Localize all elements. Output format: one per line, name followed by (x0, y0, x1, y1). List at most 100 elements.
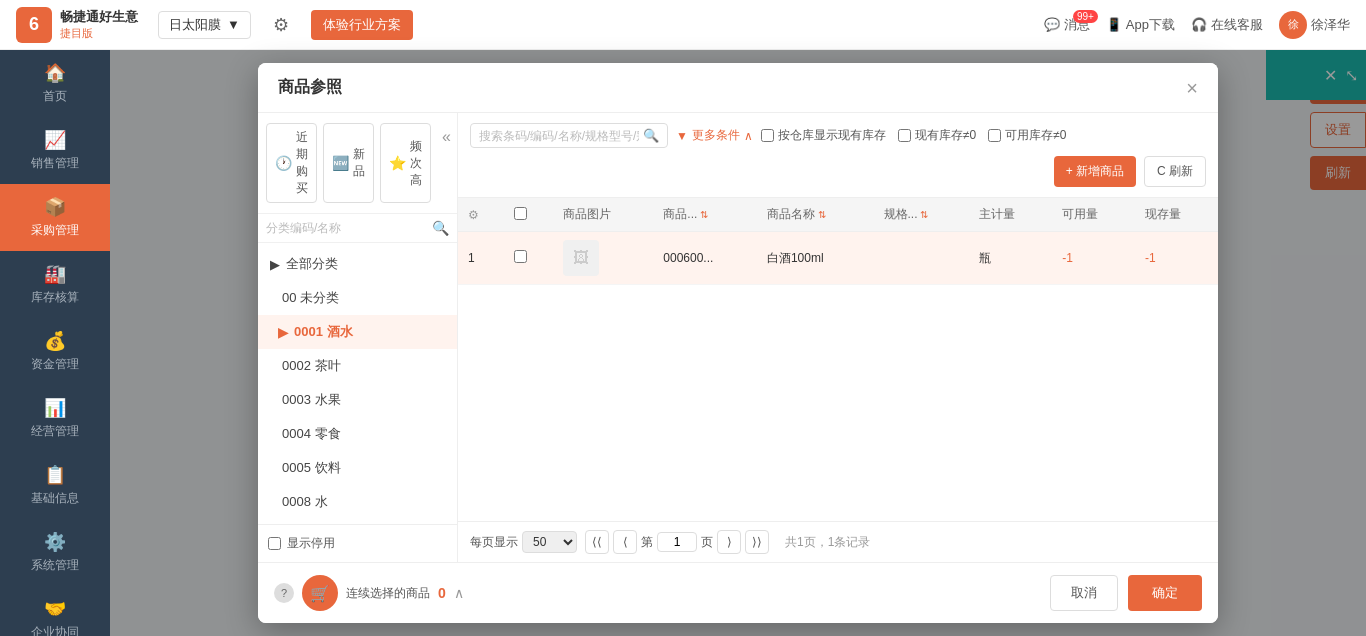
category-search-area: 🔍 (258, 213, 457, 243)
trial-button[interactable]: 体验行业方案 (311, 10, 413, 40)
prev-page-btn[interactable]: ⟨ (613, 530, 637, 554)
table-row[interactable]: 1 🖼 000600... 白酒100ml 瓶 (458, 232, 1218, 285)
category-0002[interactable]: 0002 茶叶 (258, 349, 457, 383)
refresh-button[interactable]: C 刷新 (1144, 156, 1206, 187)
th-unit: 主计量 (969, 198, 1052, 232)
cancel-button[interactable]: 取消 (1050, 575, 1118, 611)
next-page-btn[interactable]: ⟩ (717, 530, 741, 554)
sidebar-item-basics[interactable]: 📋 基础信息 (0, 452, 110, 519)
purchase-icon: 📦 (44, 196, 66, 218)
sidebar-item-operations[interactable]: 📊 经营管理 (0, 385, 110, 452)
right-panel: 🔍 ▼ 更多条件 ∧ 按仓库显示现有库存 (458, 113, 1218, 562)
category-all[interactable]: ▶ 全部分类 (258, 247, 457, 281)
search-btn-icon[interactable]: 🔍 (643, 128, 659, 143)
th-image: 商品图片 (553, 198, 654, 232)
inventory-icon: 🏭 (44, 263, 66, 285)
category-search-input[interactable] (266, 221, 432, 235)
show-disabled-checkbox[interactable] (268, 537, 281, 550)
sidebar-item-home[interactable]: 🏠 首页 (0, 50, 110, 117)
pagination: 每页显示 50 100 200 ⟨⟨ ⟨ 第 (458, 521, 1218, 562)
collapse-footer-icon[interactable]: ∧ (454, 585, 464, 601)
star-icon: ⭐ (389, 155, 406, 171)
sidebar-label-system: 系统管理 (31, 557, 79, 574)
first-page-btn[interactable]: ⟨⟨ (585, 530, 609, 554)
modal-footer: ? 🛒 连续选择的商品 0 ∧ 取消 确定 (258, 562, 1218, 623)
th-name[interactable]: 商品名称 (757, 198, 874, 232)
finance-icon: 💰 (44, 330, 66, 352)
product-table-wrapper: ⚙ 商品图片 商品... 商品名称 规格... 主计量 可用量 现存量 (458, 198, 1218, 521)
sidebar-item-finance[interactable]: 💰 资金管理 (0, 318, 110, 385)
modal-close-button[interactable]: × (1186, 78, 1198, 98)
nonzero-stock-checkbox-item: 现有库存≠0 (898, 127, 976, 144)
cat0001-label: 0001 酒水 (294, 323, 353, 341)
sidebar-item-sales[interactable]: 📈 销售管理 (0, 117, 110, 184)
page-suffix: 页 (701, 534, 713, 551)
collapse-icon[interactable]: « (437, 123, 456, 203)
cat0003-label: 0003 水果 (282, 391, 341, 409)
th-spec[interactable]: 规格... (874, 198, 970, 232)
nonzero-stock-label: 现有库存≠0 (915, 127, 976, 144)
page-number-input[interactable] (657, 532, 697, 552)
category-0004[interactable]: 0004 零食 (258, 417, 457, 451)
system-icon: ⚙️ (44, 531, 66, 553)
sidebar-item-purchase[interactable]: 📦 采购管理 (0, 184, 110, 251)
logo-area: 6 畅捷通好生意 捷目版 (16, 7, 138, 43)
frequent-btn[interactable]: ⭐ 频次高 (380, 123, 431, 203)
th-available: 可用量 (1052, 198, 1135, 232)
cat0004-label: 0004 零食 (282, 425, 341, 443)
add-product-button[interactable]: + 新增商品 (1054, 156, 1136, 187)
category-0008[interactable]: 0008 水 (258, 485, 457, 519)
row-select-checkbox[interactable] (514, 250, 527, 263)
warehouse-stock-checkbox[interactable] (761, 129, 774, 142)
cat00-label: 00 未分类 (282, 289, 339, 307)
sidebar-label-sales: 销售管理 (31, 155, 79, 172)
store-selector[interactable]: 日太阳膜 ▼ (158, 11, 251, 39)
sidebar-item-inventory[interactable]: 🏭 库存核算 (0, 251, 110, 318)
confirm-button[interactable]: 确定 (1128, 575, 1202, 611)
row-checkbox (504, 232, 553, 285)
row-code: 000600... (653, 232, 757, 285)
warehouse-stock-checkbox-item: 按仓库显示现有库存 (761, 127, 886, 144)
basics-icon: 📋 (44, 464, 66, 486)
available-nonzero-checkbox[interactable] (988, 129, 1001, 142)
row-available: -1 (1052, 232, 1135, 285)
settings-icon[interactable]: ⚙ (261, 8, 301, 42)
all-arrow-icon: ▶ (270, 257, 280, 272)
sidebar-item-system[interactable]: ⚙️ 系统管理 (0, 519, 110, 586)
select-all-checkbox[interactable] (514, 207, 527, 220)
show-disabled-label: 显示停用 (287, 535, 335, 552)
all-label: 全部分类 (286, 255, 338, 273)
th-code[interactable]: 商品... (653, 198, 757, 232)
th-settings[interactable]: ⚙ (458, 198, 504, 232)
message-badge: 99+ (1073, 10, 1098, 23)
sidebar-item-enterprise[interactable]: 🤝 企业协同 (0, 586, 110, 636)
selected-count: 0 (438, 585, 446, 601)
product-search-input[interactable] (479, 129, 639, 143)
footer-right: 取消 确定 (1050, 575, 1202, 611)
store-name: 日太阳膜 (169, 16, 221, 34)
recent-purchase-btn[interactable]: 🕐 近期购买 (266, 123, 317, 203)
category-00[interactable]: 00 未分类 (258, 281, 457, 315)
row-stock: -1 (1135, 232, 1218, 285)
category-0005[interactable]: 0005 饮料 (258, 451, 457, 485)
cart-icon-btn[interactable]: 🛒 (302, 575, 338, 611)
message-icon: 💬 (1044, 17, 1060, 32)
category-0001[interactable]: ▶ 0001 酒水 (258, 315, 457, 349)
new-product-btn[interactable]: 🆕 新品 (323, 123, 374, 203)
user-area[interactable]: 徐 徐泽华 (1279, 11, 1350, 39)
last-page-btn[interactable]: ⟩⟩ (745, 530, 769, 554)
nonzero-stock-checkbox[interactable] (898, 129, 911, 142)
category-0003[interactable]: 0003 水果 (258, 383, 457, 417)
available-nonzero-label: 可用库存≠0 (1005, 127, 1066, 144)
right-toolbar: 🔍 ▼ 更多条件 ∧ 按仓库显示现有库存 (458, 113, 1218, 198)
app-download-btn[interactable]: 📱 App下载 (1106, 16, 1175, 34)
logo-text: 畅捷通好生意 捷目版 (60, 8, 138, 41)
per-page-select[interactable]: 50 100 200 (522, 531, 577, 553)
operations-icon: 📊 (44, 397, 66, 419)
help-icon[interactable]: ? (274, 583, 294, 603)
filter-button[interactable]: ▼ 更多条件 ∧ (676, 127, 753, 144)
online-service-btn[interactable]: 🎧 在线客服 (1191, 16, 1263, 34)
message-btn[interactable]: 💬 消息 99+ (1044, 16, 1090, 34)
sidebar-label-purchase: 采购管理 (31, 222, 79, 239)
cat0005-label: 0005 饮料 (282, 459, 341, 477)
